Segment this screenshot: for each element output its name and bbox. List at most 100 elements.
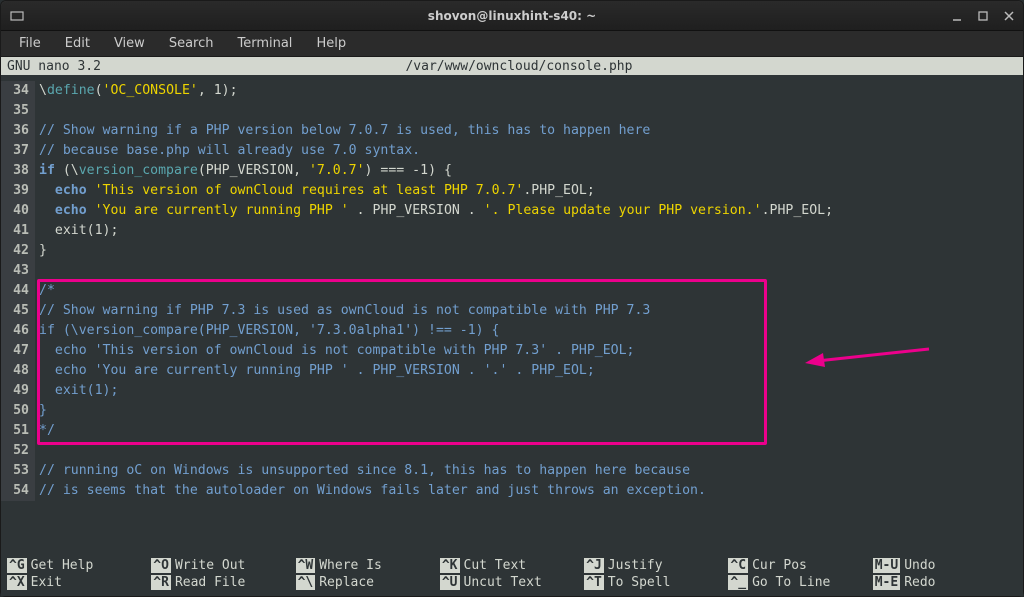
menu-help[interactable]: Help: [306, 34, 356, 53]
code-line[interactable]: 41 exit(1);: [1, 221, 1023, 241]
nano-shortcut: ^J Justify: [584, 558, 728, 573]
code-content[interactable]: // because base.php will already use 7.0…: [35, 141, 420, 161]
code-line[interactable]: 54// is seems that the autoloader on Win…: [1, 481, 1023, 501]
code-content[interactable]: */: [35, 421, 55, 441]
code-content[interactable]: [35, 101, 39, 121]
code-line[interactable]: 39 echo 'This version of ownCloud requir…: [1, 181, 1023, 201]
menu-terminal[interactable]: Terminal: [227, 34, 302, 53]
line-number: 35: [1, 101, 35, 121]
nano-shortcut: ^C Cur Pos: [728, 558, 872, 573]
line-number: 46: [1, 321, 35, 341]
shortcut-key: ^O: [151, 558, 171, 573]
code-line[interactable]: 49 exit(1);: [1, 381, 1023, 401]
nano-shortcut: ^O Write Out: [151, 558, 295, 573]
editor-area[interactable]: 34\define('OC_CONSOLE', 1);3536// Show w…: [1, 75, 1023, 556]
menubar: File Edit View Search Terminal Help: [1, 31, 1023, 57]
line-number: 54: [1, 481, 35, 501]
shortcut-label: Redo: [904, 575, 935, 590]
nano-file-path: /var/www/owncloud/console.php: [21, 59, 1017, 74]
close-icon[interactable]: [1001, 8, 1017, 24]
shortcut-label: Cur Pos: [752, 558, 807, 573]
shortcut-key: ^C: [728, 558, 748, 573]
shortcut-label: Go To Line: [752, 575, 830, 590]
code-line[interactable]: 43: [1, 261, 1023, 281]
code-line[interactable]: 40 echo 'You are currently running PHP '…: [1, 201, 1023, 221]
code-content[interactable]: if (\version_compare(PHP_VERSION, '7.0.7…: [35, 161, 452, 181]
shortcut-key: M-U: [873, 558, 900, 573]
line-number: 38: [1, 161, 35, 181]
shortcut-label: Read File: [175, 575, 245, 590]
window-title: shovon@linuxhint-s40: ~: [428, 9, 596, 23]
code-content[interactable]: echo 'You are currently running PHP ' . …: [35, 361, 595, 381]
code-line[interactable]: 37// because base.php will already use 7…: [1, 141, 1023, 161]
shortcut-key: ^J: [584, 558, 604, 573]
shortcut-key: M-E: [873, 575, 900, 590]
shortcut-key: ^_: [728, 575, 748, 590]
minimize-icon[interactable]: [949, 8, 965, 24]
shortcut-key: ^T: [584, 575, 604, 590]
line-number: 52: [1, 441, 35, 461]
line-number: 47: [1, 341, 35, 361]
shortcut-key: ^X: [7, 575, 27, 590]
menu-file[interactable]: File: [9, 34, 51, 53]
line-number: 37: [1, 141, 35, 161]
code-content[interactable]: [35, 441, 39, 461]
code-content[interactable]: echo 'This version of ownCloud requires …: [35, 181, 595, 201]
window-menu-icon[interactable]: [9, 8, 25, 24]
nano-header: GNU nano 3.2 /var/www/owncloud/console.p…: [1, 57, 1023, 75]
menu-edit[interactable]: Edit: [55, 34, 100, 53]
code-content[interactable]: echo 'You are currently running PHP ' . …: [35, 201, 833, 221]
line-number: 41: [1, 221, 35, 241]
code-line[interactable]: 34\define('OC_CONSOLE', 1);: [1, 81, 1023, 101]
shortcut-key: ^K: [440, 558, 460, 573]
code-line[interactable]: 42}: [1, 241, 1023, 261]
line-number: 36: [1, 121, 35, 141]
nano-shortcut: ^W Where Is: [296, 558, 440, 573]
code-content[interactable]: // is seems that the autoloader on Windo…: [35, 481, 706, 501]
line-number: 51: [1, 421, 35, 441]
shortcut-key: ^U: [440, 575, 460, 590]
shortcut-label: Exit: [31, 575, 62, 590]
code-content[interactable]: /*: [35, 281, 55, 301]
line-number: 42: [1, 241, 35, 261]
window-controls-right: [949, 8, 1017, 24]
code-line[interactable]: 52: [1, 441, 1023, 461]
code-line[interactable]: 45// Show warning if PHP 7.3 is used as …: [1, 301, 1023, 321]
line-number: 50: [1, 401, 35, 421]
code-line[interactable]: 46if (\version_compare(PHP_VERSION, '7.3…: [1, 321, 1023, 341]
code-content[interactable]: exit(1);: [35, 221, 118, 241]
code-line[interactable]: 36// Show warning if a PHP version below…: [1, 121, 1023, 141]
line-number: 48: [1, 361, 35, 381]
code-content[interactable]: // Show warning if PHP 7.3 is used as ow…: [35, 301, 650, 321]
shortcut-label: Replace: [319, 575, 374, 590]
code-line[interactable]: 38if (\version_compare(PHP_VERSION, '7.0…: [1, 161, 1023, 181]
code-line[interactable]: 51*/: [1, 421, 1023, 441]
code-content[interactable]: // running oC on Windows is unsupported …: [35, 461, 690, 481]
line-number: 45: [1, 301, 35, 321]
code-content[interactable]: \define('OC_CONSOLE', 1);: [35, 81, 238, 101]
code-content[interactable]: [35, 261, 39, 281]
code-content[interactable]: }: [35, 401, 47, 421]
code-line[interactable]: 44/*: [1, 281, 1023, 301]
code-content[interactable]: echo 'This version of ownCloud is not co…: [35, 341, 634, 361]
code-line[interactable]: 53// running oC on Windows is unsupporte…: [1, 461, 1023, 481]
nano-shortcut: ^T To Spell: [584, 575, 728, 590]
code-content[interactable]: exit(1);: [35, 381, 118, 401]
code-line[interactable]: 47 echo 'This version of ownCloud is not…: [1, 341, 1023, 361]
nano-shortcut: M-E Redo: [873, 575, 1017, 590]
nano-shortcut: ^\ Replace: [296, 575, 440, 590]
code-content[interactable]: }: [35, 241, 47, 261]
maximize-icon[interactable]: [975, 8, 991, 24]
code-line[interactable]: 50}: [1, 401, 1023, 421]
shortcut-label: Write Out: [175, 558, 245, 573]
shortcut-key: ^\: [296, 575, 316, 590]
code-content[interactable]: if (\version_compare(PHP_VERSION, '7.3.0…: [35, 321, 500, 341]
code-line[interactable]: 35: [1, 101, 1023, 121]
menu-view[interactable]: View: [104, 34, 155, 53]
line-number: 53: [1, 461, 35, 481]
menu-search[interactable]: Search: [159, 34, 224, 53]
shortcut-label: Where Is: [319, 558, 382, 573]
nano-shortcut: ^X Exit: [7, 575, 151, 590]
code-content[interactable]: // Show warning if a PHP version below 7…: [35, 121, 650, 141]
code-line[interactable]: 48 echo 'You are currently running PHP '…: [1, 361, 1023, 381]
